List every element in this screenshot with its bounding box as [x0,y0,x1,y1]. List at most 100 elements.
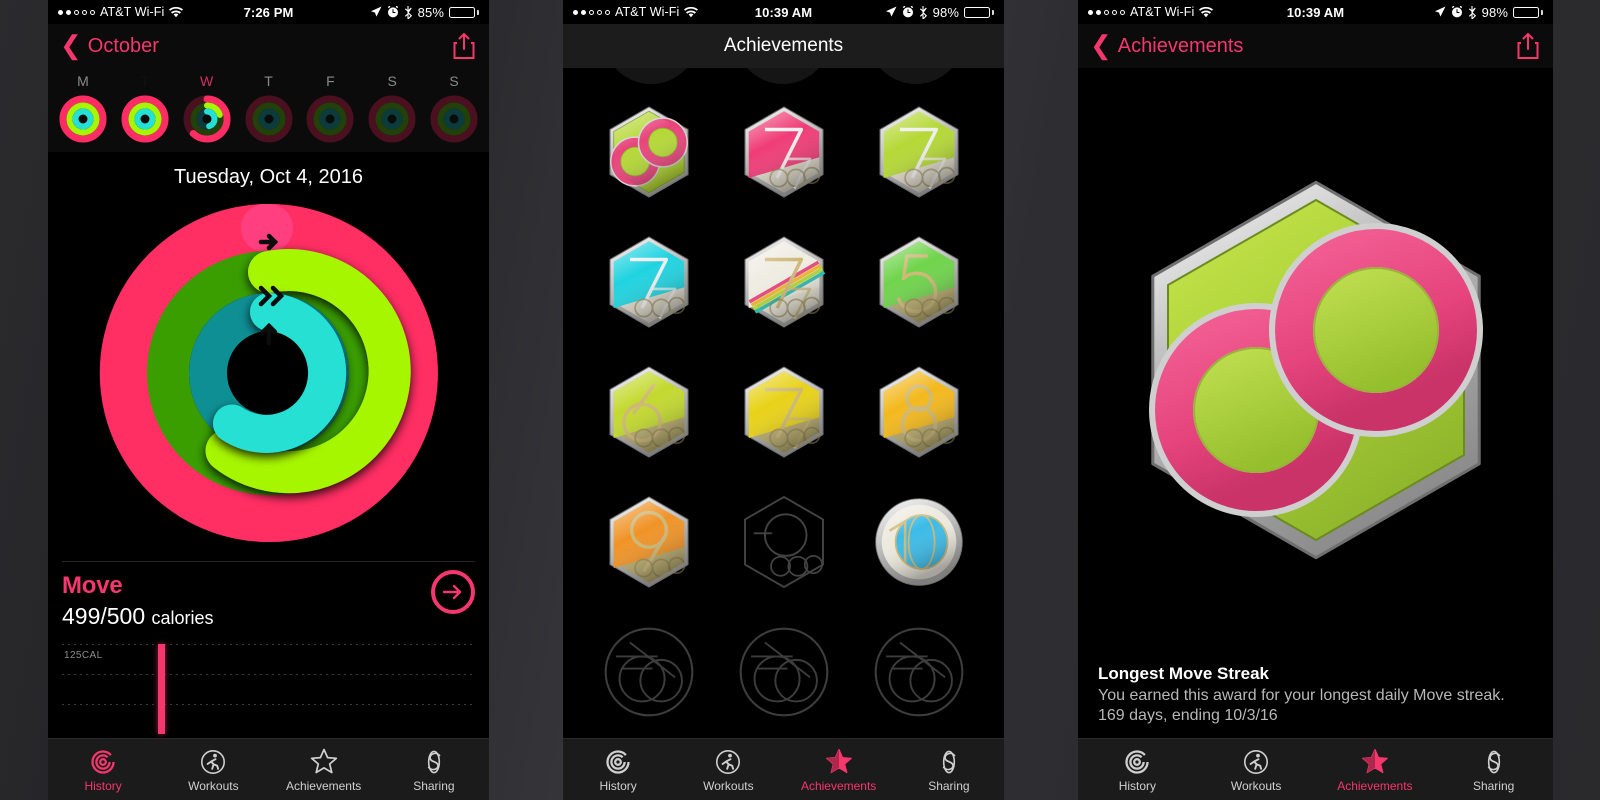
nav-bar: Achievements [563,24,1004,68]
phone-panel-achievement-detail: AT&T Wi-Fi 10:39 AM 98% ❮ Achievements L… [1078,0,1553,800]
move-goal-6-badge[interactable] [593,356,705,468]
day-letter-6[interactable]: S [423,70,485,92]
alarm-clock-icon [1451,6,1463,18]
sharing-s-icon [1434,747,1553,777]
runner-icon [1197,747,1316,777]
page-title: Tuesday, Oct 4, 2016 [174,166,363,188]
status-right: 98% [1434,5,1543,20]
tab-bar: History Workouts Achievements Sharing [563,738,1004,800]
workout-goal-50-badge[interactable] [728,616,840,728]
activity-rings-icon [563,747,673,777]
alarm-clock-icon [387,6,399,18]
tab-achievements[interactable]: Achievements [784,747,894,793]
tab-sharing[interactable]: Sharing [1434,747,1553,793]
chart-bar [158,644,165,734]
share-button[interactable] [451,32,477,60]
day-ring-3[interactable] [238,94,300,144]
move-goal-8-badge[interactable] [863,356,975,468]
move-value-number: 499/500 [62,603,146,629]
day-letter-5[interactable]: S [361,70,423,92]
bluetooth-icon [404,5,413,19]
battery-icon [1513,6,1543,18]
day-ring-0[interactable] [52,94,114,144]
location-arrow-icon [1434,6,1446,18]
perfect-week-green-badge[interactable] [863,96,975,208]
move-title: Move [62,572,123,599]
status-right: 85% [370,5,479,20]
signal-dots-icon [573,9,610,15]
tab-label: Workouts [188,778,239,793]
move-goal-100-badge[interactable] [863,486,975,598]
activity-rings-icon [48,747,158,777]
status-bar: AT&T Wi-Fi 10:39 AM 98% [1078,0,1553,24]
back-button-october[interactable]: ❮ October [60,32,159,61]
tab-sharing[interactable]: Sharing [894,747,1004,793]
day-selector-strip: MTWTFSS [48,68,489,152]
day-ring-6[interactable] [423,94,485,144]
day-ring-2[interactable] [176,94,238,144]
back-button-label: Achievements [1117,34,1244,57]
tab-label: Sharing [413,778,455,793]
bluetooth-icon [1468,5,1477,19]
runner-icon [673,747,783,777]
tab-achievements[interactable]: Achievements [1316,747,1435,793]
move-goal-10-badge[interactable] [728,486,840,598]
wifi-icon [169,6,184,18]
signal-dots-icon [1088,9,1125,15]
tab-label: Workouts [703,778,754,793]
perfect-week-rainbow-badge[interactable] [728,226,840,338]
screenshot-stage: AT&T Wi-Fi 7:26 PM 85% ❮ October M T W T… [0,0,1600,800]
move-goal-7-badge[interactable] [728,356,840,468]
day-letters-row: MTWTFSS [52,70,485,92]
activity-rings-svg [99,204,438,542]
day-letter-4[interactable]: F [299,70,361,92]
status-bar: AT&T Wi-Fi 7:26 PM 85% [48,0,489,24]
day-letter-3[interactable]: T [238,70,300,92]
tab-workouts[interactable]: Workouts [673,747,783,793]
tab-history[interactable]: History [48,747,158,793]
nav-bar: ❮ Achievements [1078,24,1553,68]
day-rings-row [52,94,485,144]
move-goal-9-badge[interactable] [593,486,705,598]
day-letter-2[interactable]: W [176,70,238,92]
day-ring-1[interactable] [114,94,176,144]
perfect-week-pink-badge[interactable] [728,96,840,208]
tab-workouts[interactable]: Workouts [1197,747,1316,793]
longest-move-streak-badge[interactable] [593,96,705,208]
stand-arrow-glyph [260,322,277,346]
tab-workouts[interactable]: Workouts [158,747,268,793]
tab-history[interactable]: History [1078,747,1197,793]
perfect-week-cyan-badge[interactable] [593,226,705,338]
achievement-detail-body: Longest Move Streak You earned this awar… [1078,68,1553,738]
status-right: 98% [885,5,994,20]
sharing-s-icon [894,747,1004,777]
back-button-achievements[interactable]: ❮ Achievements [1090,32,1243,61]
battery-label: 85% [417,4,444,20]
achievement-title: Longest Move Streak [1098,664,1269,683]
activity-rings [48,193,489,555]
move-goal-5-badge[interactable] [863,226,975,338]
tab-achievements[interactable]: Achievements [269,747,379,793]
achievement-description: You earned this award for your longest d… [1098,687,1505,724]
move-goal-365-badge[interactable] [593,616,705,728]
day-ring-4[interactable] [299,94,361,144]
day-ring-5[interactable] [361,94,423,144]
day-letter-0[interactable]: M [52,70,114,92]
back-button-label: October [87,34,159,57]
tab-history[interactable]: History [563,747,673,793]
battery-label: 98% [1481,4,1508,20]
move-chart: 125CAL [62,642,475,734]
share-button[interactable] [1515,32,1541,60]
move-detail-button[interactable] [431,570,475,614]
tab-label: Achievements [285,778,362,793]
tab-label: History [1118,778,1157,793]
workout-goal-locked-badge[interactable] [863,616,975,728]
tab-label: Sharing [928,778,970,793]
page-title: Achievements [723,35,844,56]
carrier-label: AT&T Wi-Fi [615,5,680,19]
achievements-scroll-area[interactable] [563,68,1004,744]
tab-sharing[interactable]: Sharing [379,747,489,793]
arrow-right-icon [442,584,462,600]
day-letter-1[interactable]: T [114,70,176,92]
status-left: AT&T Wi-Fi [1088,5,1434,19]
